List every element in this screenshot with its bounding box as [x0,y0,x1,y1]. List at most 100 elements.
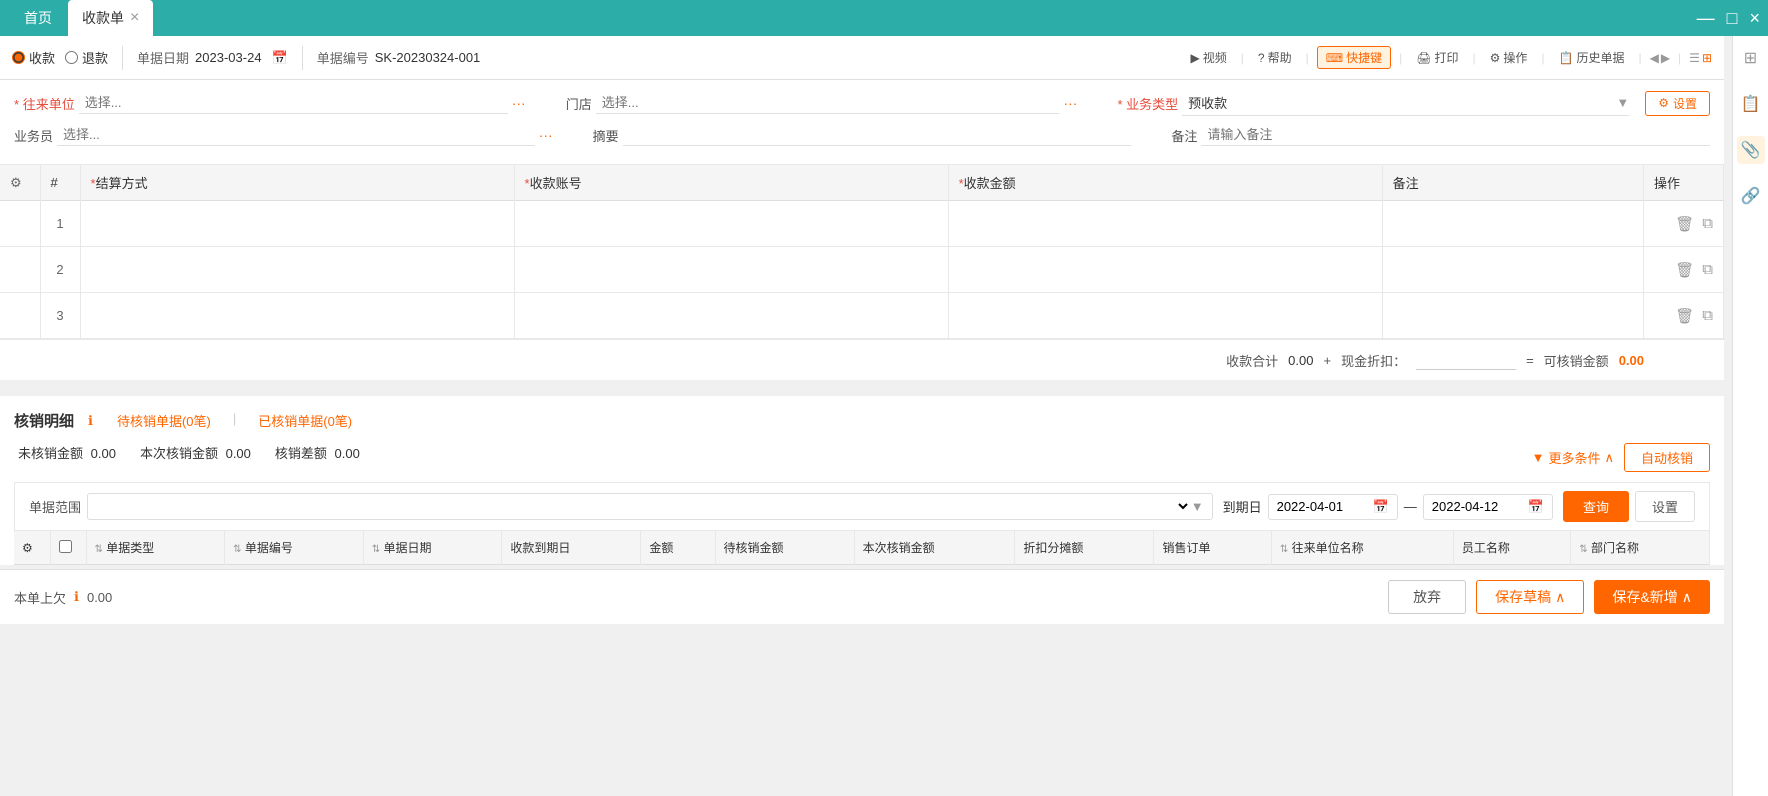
range-select-wrapper[interactable]: ▼ [87,493,1213,520]
range-filter-field: 单据范围 ▼ [29,493,1213,520]
sort-icon-3[interactable]: ⇅ [372,544,380,555]
minimize-button[interactable]: — [1697,8,1715,29]
radio-refund-input[interactable] [65,51,78,64]
side-panel-active-icon[interactable]: 📎 [1737,136,1765,164]
next-arrow[interactable]: ▶ [1661,51,1670,65]
footer: 本单上欠 ℹ 0.00 放弃 保存草稿 ∧ 保存&新增 ∧ [0,569,1724,624]
total-label: 收款合计 [1226,351,1278,370]
save-new-chevron-icon[interactable]: ∧ [1682,589,1692,606]
td-settle-3[interactable] [80,293,514,339]
td-settle-1[interactable] [80,201,514,247]
abandon-button[interactable]: 放弃 [1388,580,1466,614]
staff-more-icon[interactable]: ··· [539,127,553,143]
cal-to-icon[interactable]: 📅 [1528,499,1544,515]
verify-info-icon[interactable]: ℹ [88,413,93,429]
date-value: 2023-03-24 [195,50,262,65]
discount-input[interactable] [1416,350,1516,370]
discount-label: 现金折扣： [1341,351,1406,370]
sort-icon-4[interactable]: ⇅ [1280,544,1288,555]
side-panel-table-icon[interactable]: ⊞ [1737,44,1765,72]
sort-icon[interactable]: ⇅ [95,544,103,555]
delete-row-1-icon[interactable]: 🗑 [1675,215,1694,233]
partner-input[interactable] [79,92,508,114]
date-from-input[interactable] [1277,499,1367,514]
list-view-button[interactable]: ☰ [1689,51,1700,65]
copy-row-3-icon[interactable]: ⧉ [1702,307,1713,325]
select-all-checkbox[interactable] [59,540,72,553]
copy-row-1-icon[interactable]: ⧉ [1702,215,1713,233]
td-amount-1[interactable] [948,201,1382,247]
calendar-icon[interactable]: 📅 [272,50,288,66]
partner-label: * 往来单位 [14,94,75,113]
date-to-input[interactable] [1432,499,1522,514]
range-select[interactable] [96,498,1191,515]
td-account-3[interactable] [514,293,948,339]
td-settle-2[interactable] [80,247,514,293]
auto-verify-button[interactable]: 自动核销 [1624,443,1710,472]
business-type-chevron[interactable]: ▼ [1616,95,1629,110]
partner-more-icon[interactable]: ··· [512,95,526,111]
query-button[interactable]: 查询 [1563,491,1629,522]
store-more-icon[interactable]: ··· [1063,95,1077,111]
radio-receipt-input[interactable] [12,51,25,64]
radio-refund[interactable]: 退款 [65,48,108,67]
summary-input[interactable] [623,124,1132,146]
history-action[interactable]: 📋 历史单据 [1552,46,1630,69]
operate-action[interactable]: ⚙ 操作 [1484,46,1534,69]
tab-close-button[interactable]: × [130,10,139,26]
td-account-1[interactable] [514,201,948,247]
print-label: 打印 [1434,49,1458,66]
close-window-button[interactable]: × [1749,8,1760,29]
video-action[interactable]: ▶ 视频 [1185,46,1233,69]
tab-active[interactable]: 收款单 × [68,0,153,36]
filter-settings-button[interactable]: 设置 [1635,491,1695,522]
td-amount-3[interactable] [948,293,1382,339]
maximize-button[interactable]: □ [1727,8,1738,29]
cal-from-icon[interactable]: 📅 [1373,499,1389,515]
staff-input[interactable] [57,124,535,146]
available-label: 可核销金额 [1544,351,1609,370]
more-conditions-button[interactable]: ▼ 更多条件 ∧ [1532,448,1614,467]
remark-input[interactable] [1201,124,1710,146]
help-action[interactable]: ? 帮助 [1252,46,1298,69]
settings-icon: ⚙ [1658,96,1669,110]
td-amount-2[interactable] [948,247,1382,293]
td-remark-1[interactable] [1382,201,1643,247]
side-panel-link-icon[interactable]: 🔗 [1737,182,1765,210]
tab-home[interactable]: 首页 [8,0,68,36]
business-type-select[interactable]: 预收款 ▼ [1182,90,1629,116]
nav-arrows: ◀ ▶ [1650,51,1670,65]
save-new-button[interactable]: 保存&新增 ∧ [1594,580,1710,614]
balance-info-icon[interactable]: ℹ [74,589,79,605]
draft-chevron-icon[interactable]: ∧ [1555,589,1565,606]
sort-icon-2[interactable]: ⇅ [233,544,241,555]
form-settings-button[interactable]: ⚙ 设置 [1645,91,1710,116]
bottom-table-settings-icon[interactable]: ⚙ [22,541,33,555]
th-settings[interactable]: ⚙ [0,165,40,201]
diff-label: 核销差额 [275,446,327,461]
td-account-2[interactable] [514,247,948,293]
radio-receipt[interactable]: 收款 [12,48,55,67]
td-remark-2[interactable] [1382,247,1643,293]
bth-settings[interactable]: ⚙ [14,531,50,565]
delete-row-2-icon[interactable]: 🗑 [1675,261,1694,279]
sort-icon-5[interactable]: ⇅ [1579,544,1587,555]
bth-current: 本次核销金额 [854,531,1015,565]
save-draft-button[interactable]: 保存草稿 ∧ [1476,580,1584,614]
staff-field: 业务员 ··· [14,124,553,146]
td-remark-3[interactable] [1382,293,1643,339]
store-input[interactable] [596,92,1060,114]
grid-view-button[interactable]: ⊞ [1702,51,1712,65]
shortcut-action[interactable]: ⌨ 快捷键 [1317,46,1391,69]
table-settings-icon[interactable]: ⚙ [10,175,22,190]
bth-checkbox[interactable] [50,531,86,565]
th-ops: 操作 [1644,165,1724,201]
tab-done[interactable]: 已核销单据(0笔) [248,408,362,433]
prev-arrow[interactable]: ◀ [1650,51,1659,65]
copy-row-2-icon[interactable]: ⧉ [1702,261,1713,279]
bth-type: ⇅ 单据类型 [86,531,225,565]
tab-pending[interactable]: 待核销单据(0笔) [107,408,221,433]
delete-row-3-icon[interactable]: 🗑 [1675,307,1694,325]
side-panel-list-icon[interactable]: 📋 [1737,90,1765,118]
print-action[interactable]: 🖨 打印 [1410,46,1464,69]
